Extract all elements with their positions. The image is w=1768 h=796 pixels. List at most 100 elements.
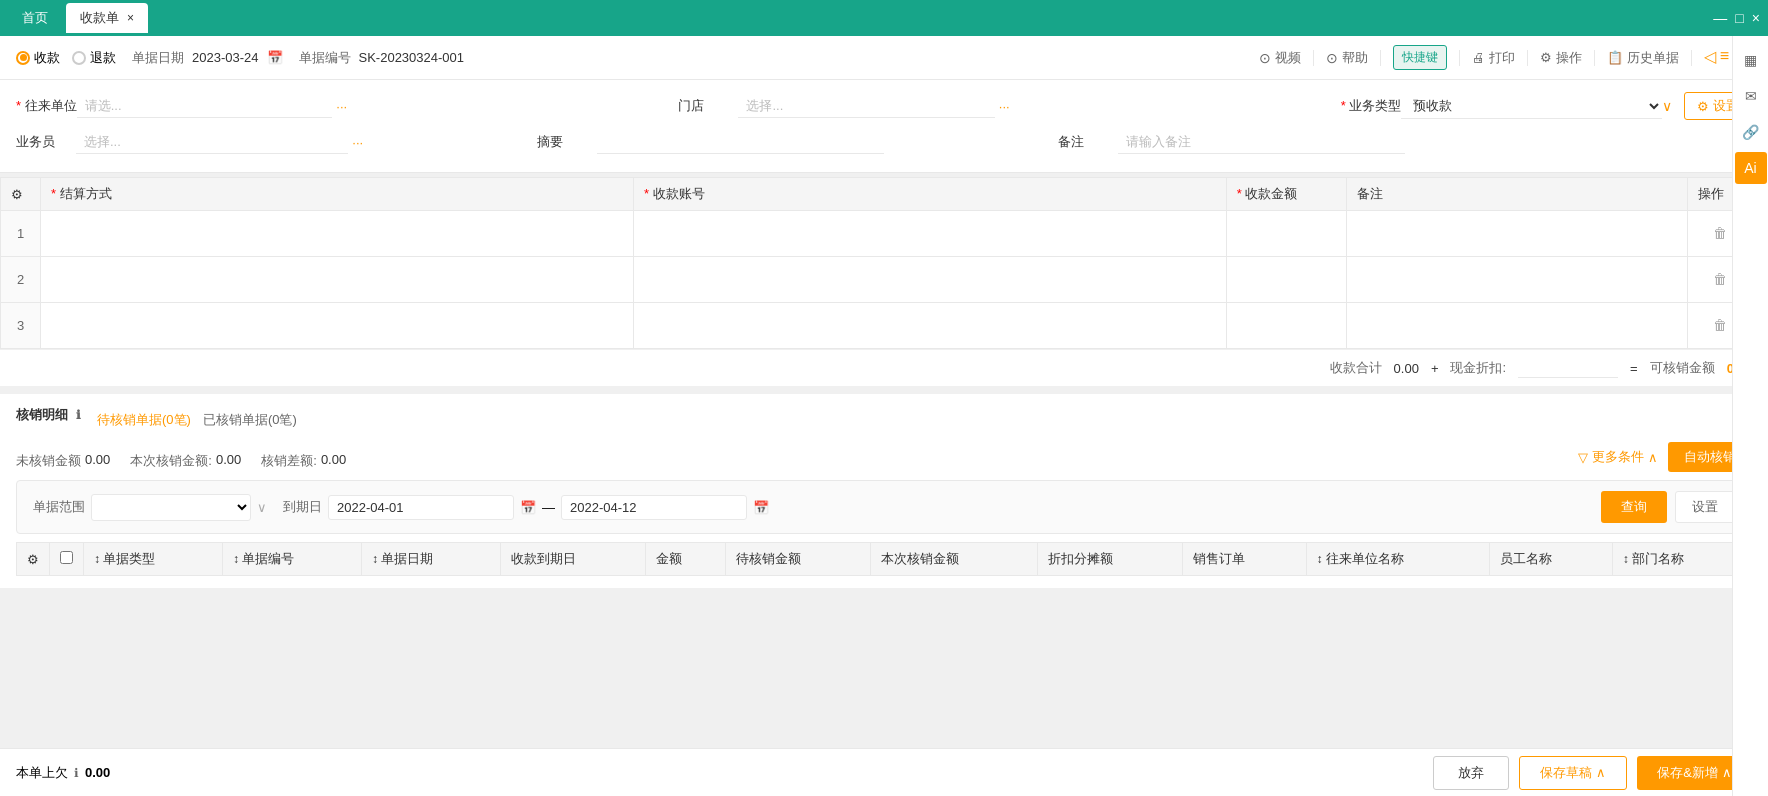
date-from-input[interactable] (328, 495, 514, 520)
settings-icon: ⚙ (1697, 99, 1709, 114)
bottom-info-icon[interactable]: ℹ (74, 766, 79, 780)
data-table-settings-header[interactable]: ⚙ (17, 543, 50, 576)
row-delete-icon-1[interactable]: 🗑 (1713, 225, 1727, 242)
verify-tab-pending[interactable]: 待核销单据(0笔) (97, 411, 191, 429)
table-settings-icon[interactable]: ⚙ (11, 187, 23, 202)
tab-home[interactable]: 首页 (8, 3, 62, 33)
operation-icon: ⚙ (1540, 50, 1552, 65)
query-button[interactable]: 查询 (1601, 491, 1667, 523)
row-num-2: 2 (1, 257, 41, 303)
calendar-to-icon[interactable]: 📅 (753, 500, 769, 515)
operation-action[interactable]: ⚙ 操作 (1540, 49, 1582, 67)
row-num-1: 1 (1, 211, 41, 257)
data-settings-icon[interactable]: ⚙ (27, 552, 39, 567)
maximize-icon[interactable]: □ (1735, 10, 1743, 26)
calendar-from-icon[interactable]: 📅 (520, 500, 536, 515)
form-row-1: 往来单位 ··· 门店 ··· 业务类型 预收款 ∨ ⚙ 设置 (16, 92, 1752, 120)
verify-tab-done[interactable]: 已核销单据(0笔) (203, 411, 297, 429)
window-close-icon[interactable]: × (1752, 10, 1760, 26)
remark-field: 备注 (1058, 130, 1405, 154)
separator-6 (1691, 50, 1692, 66)
row-delete-icon-3[interactable]: 🗑 (1713, 317, 1727, 334)
row-settlement-2[interactable] (41, 257, 634, 303)
separator-3 (1459, 50, 1460, 66)
summary-label: 摘要 (537, 133, 597, 151)
due-date-field: 到期日 📅 — 📅 (283, 495, 769, 520)
store-input[interactable] (738, 94, 994, 118)
verify-info-icon[interactable]: ℹ (76, 408, 81, 422)
row-account-2[interactable] (633, 257, 1226, 303)
table-settings-header[interactable]: ⚙ (1, 178, 41, 211)
counterpart-field: 往来单位 ··· (16, 94, 347, 118)
row-settlement-3[interactable] (41, 303, 634, 349)
print-action[interactable]: 🖨 打印 (1472, 49, 1515, 67)
data-table-checkbox-header[interactable] (50, 543, 84, 576)
shortcut-button[interactable]: 快捷键 (1393, 45, 1447, 70)
video-action[interactable]: ⊙ 视频 (1259, 49, 1301, 67)
sidebar-icon-table[interactable]: ▦ (1735, 44, 1767, 76)
save-draft-button[interactable]: 保存草稿 ∧ (1519, 756, 1627, 790)
filter-icon: ▽ (1578, 450, 1588, 465)
separator-5 (1594, 50, 1595, 66)
view-list-icon[interactable]: ◁ (1704, 47, 1716, 68)
help-action[interactable]: ⊙ 帮助 (1326, 49, 1368, 67)
diff-stat: 核销差额: 0.00 (261, 452, 346, 470)
data-col-pending: 待核销金额 (725, 543, 870, 576)
minimize-icon[interactable]: — (1713, 10, 1727, 26)
bill-range-label: 单据范围 (33, 498, 85, 516)
row-account-3[interactable] (633, 303, 1226, 349)
row-delete-icon-2[interactable]: 🗑 (1713, 271, 1727, 288)
summary-input[interactable] (597, 130, 884, 154)
radio-receipt[interactable]: 收款 (16, 49, 60, 67)
discount-input[interactable] (1518, 358, 1618, 378)
biz-type-field: 业务类型 预收款 ∨ (1341, 93, 1672, 119)
row-amount-2[interactable] (1226, 257, 1346, 303)
bill-range-select[interactable] (91, 494, 251, 521)
row-account-1[interactable] (633, 211, 1226, 257)
bill-no-label: 单据编号 (299, 49, 351, 67)
tab-close-icon[interactable]: × (127, 11, 134, 25)
view-grid-icon[interactable]: ≡ (1720, 47, 1729, 68)
history-icon: 📋 (1607, 50, 1623, 65)
row-amount-1[interactable] (1226, 211, 1346, 257)
store-more-icon[interactable]: ··· (999, 99, 1010, 114)
filter-settings-button[interactable]: 设置 (1675, 491, 1735, 523)
more-conditions-btn[interactable]: ▽ 更多条件 ∧ (1578, 448, 1658, 466)
remark-label: 备注 (1058, 133, 1118, 151)
video-label: 视频 (1275, 49, 1301, 67)
unverified-val: 0.00 (85, 452, 110, 470)
sales-rep-more-icon[interactable]: ··· (352, 135, 363, 150)
radio-refund[interactable]: 退款 (72, 49, 116, 67)
sidebar-icon-mail[interactable]: ✉ (1735, 80, 1767, 112)
sidebar-icon-ai[interactable]: Ai (1735, 152, 1767, 184)
row-settlement-1[interactable] (41, 211, 634, 257)
history-action[interactable]: 📋 历史单据 (1607, 49, 1679, 67)
row-amount-3[interactable] (1226, 303, 1346, 349)
more-conditions-chevron: ∧ (1648, 450, 1658, 465)
tab-receipt-label: 收款单 (80, 9, 119, 27)
select-all-checkbox[interactable] (60, 551, 73, 564)
data-table: ⚙ ↕ 单据类型 ↕ 单据编号 ↕ 单据日期 收款到期日 金额 待核销金额 本次… (16, 542, 1752, 576)
calendar-icon[interactable]: 📅 (267, 50, 283, 65)
print-icon: 🖨 (1472, 50, 1485, 65)
counterpart-more-icon[interactable]: ··· (336, 99, 347, 114)
sales-rep-input[interactable] (76, 130, 348, 154)
receipt-table-area: ⚙ * 结算方式 * 收款账号 * 收款金额 备注 操作 (0, 177, 1768, 386)
tab-receipt[interactable]: 收款单 × (66, 3, 148, 33)
verify-tabs: 待核销单据(0笔) 已核销单据(0笔) (97, 411, 297, 429)
biz-type-select[interactable]: 预收款 (1401, 93, 1662, 119)
date-separator: — (542, 500, 555, 515)
remark-input[interactable] (1118, 130, 1405, 154)
sidebar-icon-link[interactable]: 🔗 (1735, 116, 1767, 148)
row-remark-1[interactable] (1346, 211, 1687, 257)
save-new-chevron-icon: ∧ (1722, 765, 1732, 780)
save-draft-chevron-icon: ∧ (1596, 765, 1606, 780)
counterpart-input[interactable] (77, 94, 333, 118)
bottom-info: 本单上欠 ℹ 0.00 (16, 764, 110, 782)
row-remark-3[interactable] (1346, 303, 1687, 349)
row-remark-2[interactable] (1346, 257, 1687, 303)
date-to-input[interactable] (561, 495, 747, 520)
total-label: 收款合计 (1330, 359, 1382, 377)
receipt-table-wrapper: ⚙ * 结算方式 * 收款账号 * 收款金额 备注 操作 (0, 177, 1768, 349)
abandon-button[interactable]: 放弃 (1433, 756, 1509, 790)
